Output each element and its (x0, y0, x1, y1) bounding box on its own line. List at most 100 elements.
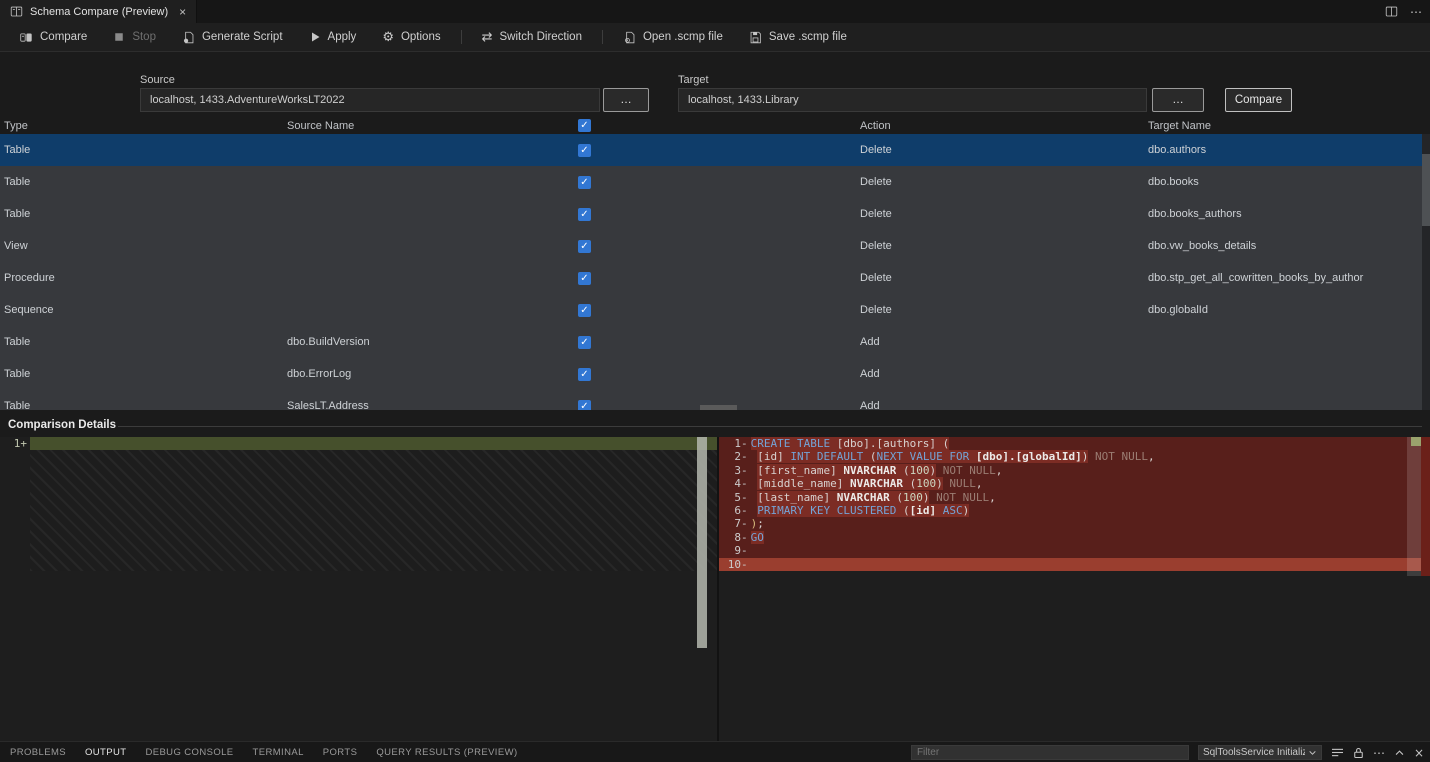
cell-action: Delete (860, 272, 1148, 284)
diff-right-scrollbar[interactable] (1407, 437, 1421, 576)
generate-script-button[interactable]: Generate Script (169, 28, 296, 47)
toolbar-separator (602, 30, 603, 44)
lock-icon[interactable] (1353, 747, 1364, 759)
header-checkbox[interactable]: ✓ (578, 119, 591, 132)
switch-icon: ⇄ (482, 31, 493, 44)
diff-line-marker: - (741, 531, 748, 544)
ellipsis-icon[interactable]: ⋯ (1373, 746, 1385, 760)
target-browse-button[interactable]: … (1152, 88, 1204, 112)
comparison-diff-editor: 1+ 1-CREATE TABLE [dbo].[authors] (2- [i… (0, 437, 1430, 741)
tab-schema-compare[interactable]: Schema Compare (Preview) × (0, 0, 197, 23)
include-checkbox[interactable]: ✓ (578, 240, 591, 253)
diff-line-marker: - (741, 504, 748, 517)
target-label: Target (678, 74, 709, 86)
panel-tab-output[interactable]: OUTPUT (85, 742, 126, 762)
target-input[interactable] (678, 88, 1147, 112)
apply-button[interactable]: Apply (296, 28, 370, 46)
table-row[interactable]: Table✓Deletedbo.books_authors (0, 198, 1422, 230)
comparison-details-title: Comparison Details (8, 419, 116, 431)
compare-icon (19, 31, 33, 44)
cell-action: Add (860, 368, 1148, 380)
diff-line-marker: - (741, 450, 748, 463)
code-line: [middle_name] NVARCHAR (100) NULL, (748, 477, 983, 490)
line-number: 7 (719, 517, 741, 530)
toolbar-button-label: Compare (40, 31, 87, 43)
comparison-details-rule (118, 426, 1422, 427)
table-row[interactable]: Sequence✓Deletedbo.globalId (0, 294, 1422, 326)
diff-source-pane[interactable]: 1+ (0, 437, 717, 741)
schema-compare-icon (10, 5, 23, 18)
code-line: GO (748, 531, 764, 544)
line-number: 5 (719, 491, 741, 504)
close-icon[interactable]: × (1414, 746, 1424, 760)
compare-run-button[interactable]: Compare (1225, 88, 1292, 112)
table-row[interactable]: View✓Deletedbo.vw_books_details (0, 230, 1422, 262)
cell-type: Table (0, 336, 287, 348)
code-line: [first_name] NVARCHAR (100) NOT NULL, (748, 464, 1003, 477)
code-line: CREATE TABLE [dbo].[authors] ( (748, 437, 950, 450)
output-channel-value: SqlToolsService Initializ (1203, 747, 1305, 758)
toolbar-button-label: Open .scmp file (643, 31, 723, 43)
include-checkbox[interactable]: ✓ (578, 368, 591, 381)
table-row[interactable]: Tabledbo.ErrorLog✓Add (0, 358, 1422, 390)
column-header-source-name[interactable]: Source Name (287, 120, 572, 132)
source-input[interactable] (140, 88, 600, 112)
grid-body: Table✓Deletedbo.authorsTable✓Deletedbo.b… (0, 134, 1422, 410)
save-scmp-button[interactable]: Save .scmp file (736, 28, 860, 47)
diff-empty-region-stripes (30, 450, 717, 571)
code-line (748, 558, 751, 571)
diff-deleted-line: 1-CREATE TABLE [dbo].[authors] ( (719, 437, 1430, 450)
open-scmp-button[interactable]: Open .scmp file (610, 28, 736, 47)
panel-tab-query-results-preview-[interactable]: QUERY RESULTS (PREVIEW) (376, 742, 517, 762)
cell-target-name: dbo.books (1148, 176, 1422, 188)
diff-deleted-line: 5- [last_name] NVARCHAR (100) NOT NULL, (719, 491, 1430, 504)
include-checkbox[interactable]: ✓ (578, 144, 591, 157)
cell-type: Sequence (0, 304, 287, 316)
editor-more-actions-icon[interactable]: ⋯ (1410, 5, 1422, 19)
include-checkbox[interactable]: ✓ (578, 272, 591, 285)
line-number: 3 (719, 464, 741, 477)
column-header-action[interactable]: Action (860, 120, 1148, 132)
include-checkbox[interactable]: ✓ (578, 208, 591, 221)
diff-left-scrollbar[interactable] (697, 437, 707, 648)
column-header-include[interactable]: ✓ (572, 119, 860, 132)
play-icon (309, 31, 321, 43)
output-filter-input[interactable] (911, 745, 1189, 760)
table-row[interactable]: Table✓Deletedbo.books (0, 166, 1422, 198)
output-channel-select[interactable]: SqlToolsService Initializ (1198, 745, 1322, 760)
grid-horizontal-scrollbar[interactable] (700, 405, 737, 410)
overview-ruler-deleted-mark (1421, 437, 1430, 576)
chevron-up-icon[interactable] (1394, 748, 1405, 757)
diff-deleted-line: 8-GO (719, 531, 1430, 544)
grid-header-row: TypeSource Name ✓ ActionTarget Name (0, 117, 1430, 134)
include-checkbox[interactable]: ✓ (578, 176, 591, 189)
panel-tab-terminal[interactable]: TERMINAL (253, 742, 304, 762)
column-header-target-name[interactable]: Target Name (1148, 120, 1430, 132)
table-row[interactable]: Table✓Deletedbo.authors (0, 134, 1422, 166)
diff-line-marker: - (741, 491, 748, 504)
diff-deleted-line: 3- [first_name] NVARCHAR (100) NOT NULL, (719, 464, 1430, 477)
table-row[interactable]: Procedure✓Deletedbo.stp_get_all_cowritte… (0, 262, 1422, 294)
tab-close-icon[interactable]: × (179, 5, 186, 19)
toolbar-button-label: Save .scmp file (769, 31, 847, 43)
source-browse-button[interactable]: … (603, 88, 649, 112)
line-number: 8 (719, 531, 741, 544)
include-checkbox[interactable]: ✓ (578, 400, 591, 411)
grid-vertical-scrollbar[interactable] (1422, 134, 1430, 410)
list-icon[interactable] (1331, 747, 1344, 758)
panel-tab-problems[interactable]: PROBLEMS (10, 742, 66, 762)
diff-target-pane[interactable]: 1-CREATE TABLE [dbo].[authors] (2- [id] … (719, 437, 1430, 741)
code-line: ); (748, 517, 764, 530)
panel-tab-ports[interactable]: PORTS (323, 742, 358, 762)
compare-button[interactable]: Compare (6, 28, 100, 47)
diff-line-marker: - (741, 464, 748, 477)
split-editor-icon[interactable] (1385, 5, 1398, 18)
column-header-type[interactable]: Type (0, 120, 287, 132)
options-button[interactable]: ⚙Options (369, 28, 453, 47)
stop-icon (113, 31, 125, 43)
switch-direction-button[interactable]: ⇄Switch Direction (469, 28, 595, 47)
include-checkbox[interactable]: ✓ (578, 336, 591, 349)
panel-tab-debug-console[interactable]: DEBUG CONSOLE (145, 742, 233, 762)
include-checkbox[interactable]: ✓ (578, 304, 591, 317)
table-row[interactable]: Tabledbo.BuildVersion✓Add (0, 326, 1422, 358)
